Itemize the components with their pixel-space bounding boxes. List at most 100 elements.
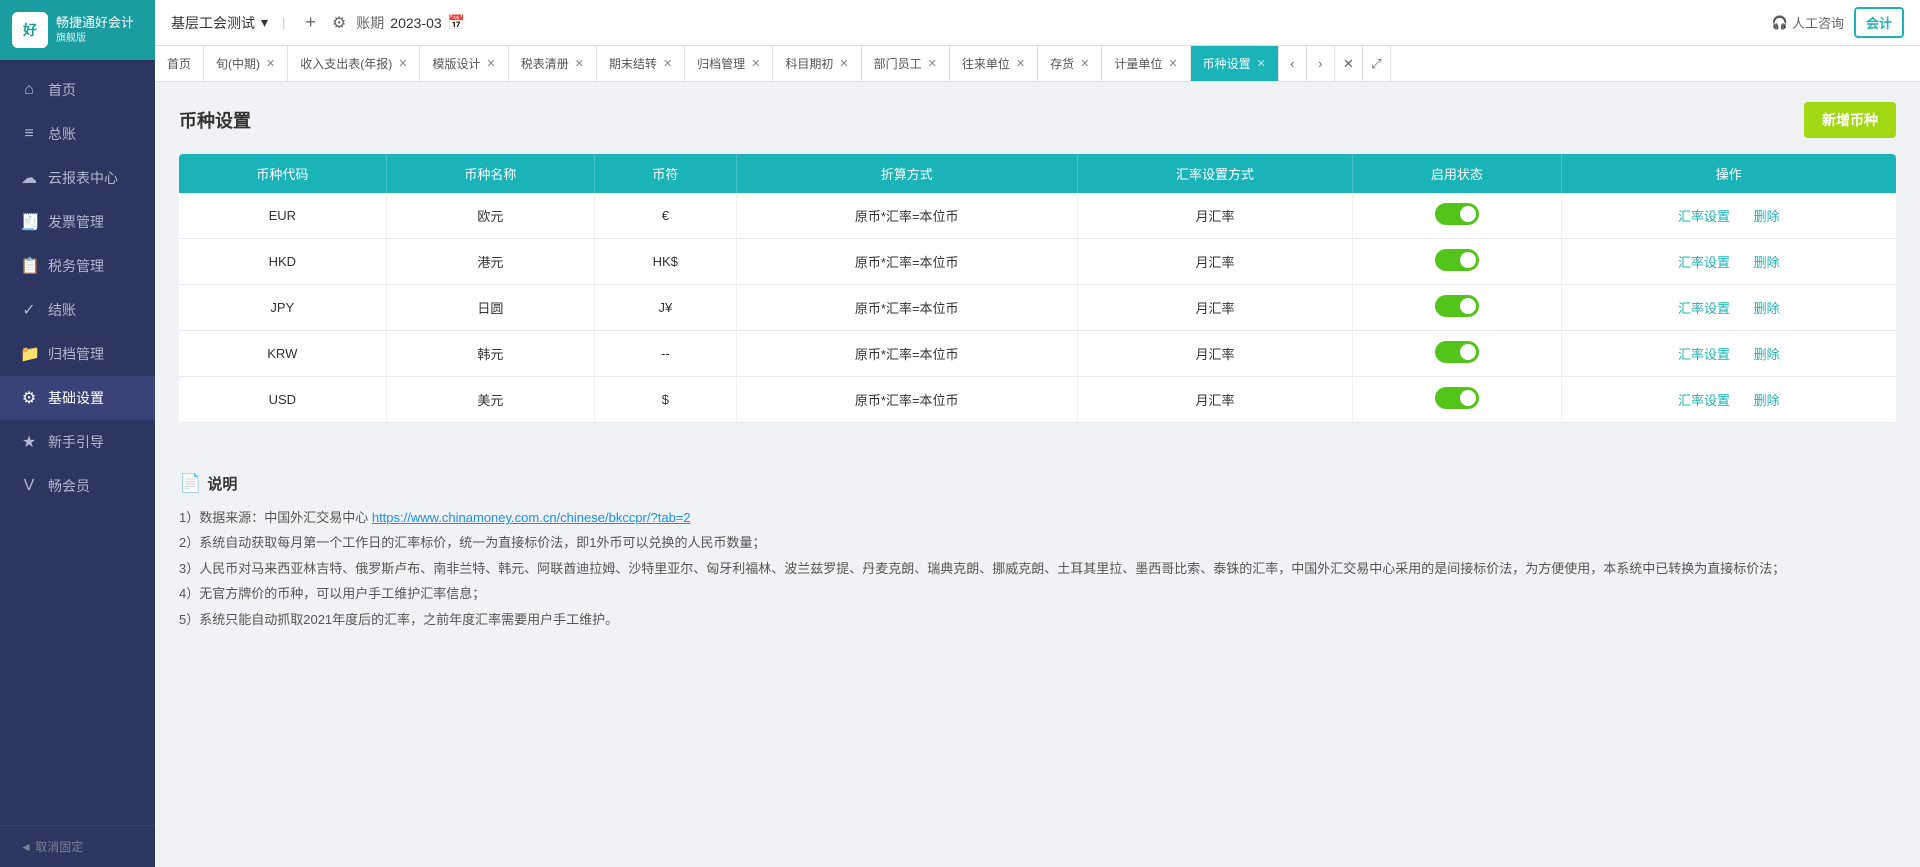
sidebar-item-invoices[interactable]: 🧾 发票管理 [0,200,155,244]
general-icon: ≡ [20,125,38,143]
tab-close-department[interactable]: ✕ [928,57,937,70]
tab-close-period_close[interactable]: ✕ [663,57,672,70]
tab-close-account_init[interactable]: ✕ [839,57,848,70]
tab-unit[interactable]: 计量单位✕ [1102,46,1190,81]
tab-label-inventory: 存货 [1050,55,1074,72]
topbar-divider-1: | [282,15,285,30]
cell-actions-1: 汇率设置 删除 [1561,239,1896,285]
sidebar-item-home[interactable]: ⌂ 首页 [0,68,155,112]
sidebar-label-general: 总账 [48,124,76,144]
tab-account_init[interactable]: 科目期初✕ [773,46,861,81]
sidebar-item-settings[interactable]: ⚙ 基础设置 [0,376,155,420]
tab-archive[interactable]: 归档管理 ✕ [685,46,773,81]
invoices-icon: 🧾 [20,212,38,232]
app-name: 畅捷通好会计 [56,15,134,32]
notes-list: 1）数据来源：中国外汇交易中心 https://www.chinamoney.c… [179,506,1896,631]
cell-toggle-0[interactable] [1353,193,1561,239]
toggle-0[interactable] [1435,203,1479,225]
tab-close-archive[interactable]: ✕ [751,57,760,70]
company-dropdown-icon: ▾ [261,14,268,31]
rate-setting-link-0[interactable]: 汇率设置 [1678,209,1730,224]
sidebar-pin-toggle[interactable]: ◄ 取消固定 [0,825,155,867]
period-label: 账期 [356,13,384,33]
sidebar: 好 畅捷通好会计 旗舰版 ⌂ 首页 ≡ 总账 ☁ 云报表中心 🧾 发票管理 📋 … [0,0,155,867]
app-logo: 好 畅捷通好会计 旗舰版 [0,0,155,60]
calendar-icon[interactable]: 📅 [448,14,465,31]
tab-close-contact[interactable]: ✕ [1016,57,1025,70]
table-header-row: 币种代码 币种名称 币符 折算方式 汇率设置方式 启用状态 操作 [179,154,1896,193]
toggle-3[interactable] [1435,341,1479,363]
member-icon: V [20,477,38,495]
new-currency-button[interactable]: 新增币种 [1804,102,1896,138]
tab-home[interactable]: 首页 [155,46,204,81]
rate-setting-link-4[interactable]: 汇率设置 [1678,393,1730,408]
sidebar-item-archive[interactable]: 📁 归档管理 [0,332,155,376]
sidebar-item-guide[interactable]: ★ 新手引导 [0,420,155,464]
tabs-close-button[interactable]: ✕ [1335,46,1363,81]
delete-link-1[interactable]: 删除 [1754,255,1780,270]
account-button[interactable]: 会计 [1854,7,1904,38]
toggle-1[interactable] [1435,249,1479,271]
tab-label-department: 部门员工 [874,55,922,72]
tab-close-unit[interactable]: ✕ [1168,57,1177,70]
settle-icon: ✓ [20,300,38,320]
cell-toggle-1[interactable] [1353,239,1561,285]
tab-close-tax_clear[interactable]: ✕ [575,57,584,70]
tabs-expand-button[interactable]: ⤢ [1363,46,1391,81]
company-selector[interactable]: 基层工会测试 ▾ [171,13,268,33]
tab-period[interactable]: 旬(中期)✕ [204,46,288,81]
tab-close-inventory[interactable]: ✕ [1080,57,1089,70]
col-calc: 折算方式 [736,154,1077,193]
toggle-thumb-1 [1460,252,1476,268]
tab-label-template: 模版设计 [432,55,480,72]
delete-link-0[interactable]: 删除 [1754,209,1780,224]
add-tab-button[interactable]: + [299,10,322,35]
tab-income[interactable]: 收入支出表(年报)✕ [288,46,420,81]
tab-template[interactable]: 模版设计 ✕ [420,46,508,81]
tabs-next-button[interactable]: › [1307,46,1335,81]
toggle-2[interactable] [1435,295,1479,317]
sidebar-label-tax: 税务管理 [48,256,104,276]
tab-contact[interactable]: 往来单位✕ [950,46,1038,81]
cell-symbol-1: HK$ [595,239,737,285]
sidebar-item-settle[interactable]: ✓ 结账 [0,288,155,332]
tab-period_close[interactable]: 期末结转✕ [597,46,685,81]
china-money-link[interactable]: https://www.chinamoney.com.cn/chinese/bk… [372,510,691,525]
rate-setting-link-2[interactable]: 汇率设置 [1678,301,1730,316]
toggle-thumb-2 [1460,298,1476,314]
cell-code-4: USD [179,377,386,423]
tab-close-income[interactable]: ✕ [398,57,407,70]
sidebar-label-reports: 云报表中心 [48,168,118,188]
tab-close-currency[interactable]: ✕ [1257,57,1266,70]
delete-link-2[interactable]: 删除 [1754,301,1780,316]
support-button[interactable]: 🎧 人工咨询 [1772,13,1844,32]
main-area: 基层工会测试 ▾ | + ⚙ 账期 2023-03 📅 🎧 人工咨询 会计 首页… [155,0,1920,867]
cell-name-0: 欧元 [386,193,594,239]
tab-close-period[interactable]: ✕ [266,57,275,70]
tab-label-archive: 归档管理 [697,55,745,72]
tab-tax_clear[interactable]: 税表清册✕ [509,46,597,81]
settings-icon[interactable]: ⚙ [332,13,346,33]
tab-inventory[interactable]: 存货 ✕ [1038,46,1102,81]
sidebar-item-tax[interactable]: 📋 税务管理 [0,244,155,288]
table-row: EUR 欧元 € 原币*汇率=本位币 月汇率 汇率设置 删除 [179,193,1896,239]
sidebar-item-member[interactable]: V 畅会员 [0,464,155,508]
cell-toggle-2[interactable] [1353,285,1561,331]
tab-department[interactable]: 部门员工 ✕ [862,46,950,81]
toggle-4[interactable] [1435,387,1479,409]
cell-toggle-4[interactable] [1353,377,1561,423]
sidebar-label-archive: 归档管理 [48,344,104,364]
tabs-prev-button[interactable]: ‹ [1279,46,1307,81]
logo-icon: 好 [12,12,48,48]
rate-setting-link-3[interactable]: 汇率设置 [1678,347,1730,362]
notes-icon: 📄 [179,473,201,494]
sidebar-item-reports[interactable]: ☁ 云报表中心 [0,156,155,200]
delete-link-3[interactable]: 删除 [1754,347,1780,362]
sidebar-item-general[interactable]: ≡ 总账 [0,112,155,156]
cell-toggle-3[interactable] [1353,331,1561,377]
note-item-2: 3）人民币对马来西亚林吉特、俄罗斯卢布、南非兰特、韩元、阿联酋迪拉姆、沙特里亚尔… [179,557,1896,580]
tab-currency[interactable]: 币种设置✕ [1191,46,1279,81]
rate-setting-link-1[interactable]: 汇率设置 [1678,255,1730,270]
tab-close-template[interactable]: ✕ [486,57,495,70]
delete-link-4[interactable]: 删除 [1754,393,1780,408]
